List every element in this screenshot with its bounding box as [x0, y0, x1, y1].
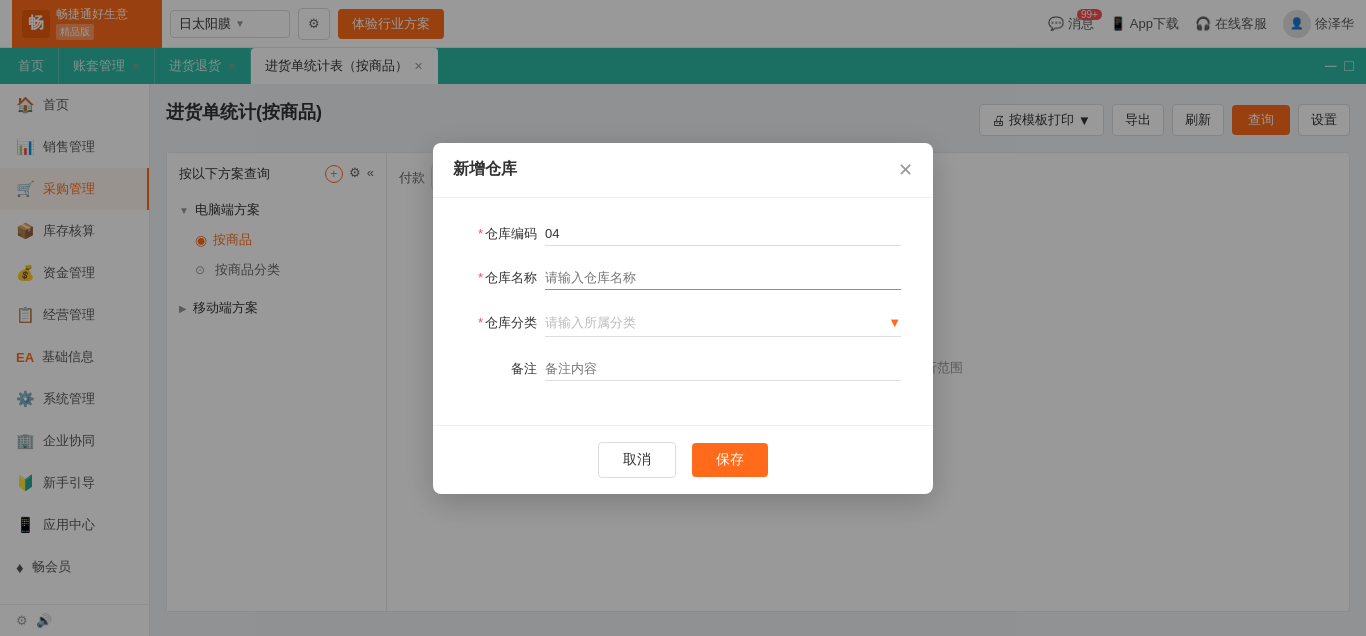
save-button[interactable]: 保存	[692, 443, 768, 477]
form-row-remark: 备注	[465, 357, 901, 381]
modal-body: *仓库编码 *仓库名称 *仓库分类 请输入所属分类 ▼	[433, 198, 933, 425]
remark-label: 备注	[465, 360, 545, 378]
new-warehouse-modal: 新增仓库 ✕ *仓库编码 *仓库名称 *仓库分类	[433, 143, 933, 494]
modal-footer: 取消 保存	[433, 425, 933, 494]
form-row-category: *仓库分类 请输入所属分类 ▼	[465, 310, 901, 337]
code-label: *仓库编码	[465, 225, 545, 243]
modal-title: 新增仓库	[453, 159, 517, 180]
warehouse-remark-input[interactable]	[545, 357, 901, 381]
category-label: *仓库分类	[465, 314, 545, 332]
cancel-button[interactable]: 取消	[598, 442, 676, 478]
category-required-mark: *	[478, 315, 483, 330]
modal-header: 新增仓库 ✕	[433, 143, 933, 198]
modal-close-icon[interactable]: ✕	[898, 159, 913, 181]
warehouse-code-input[interactable]	[545, 222, 901, 246]
warehouse-category-select[interactable]: 请输入所属分类 ▼	[545, 310, 901, 337]
category-placeholder: 请输入所属分类	[545, 314, 636, 332]
form-row-name: *仓库名称	[465, 266, 901, 290]
name-required-mark: *	[478, 270, 483, 285]
modal-overlay: 新增仓库 ✕ *仓库编码 *仓库名称 *仓库分类	[0, 0, 1366, 636]
form-row-code: *仓库编码	[465, 222, 901, 246]
name-label: *仓库名称	[465, 269, 545, 287]
category-select-arrow-icon: ▼	[888, 315, 901, 330]
warehouse-name-input[interactable]	[545, 266, 901, 290]
code-required-mark: *	[478, 226, 483, 241]
